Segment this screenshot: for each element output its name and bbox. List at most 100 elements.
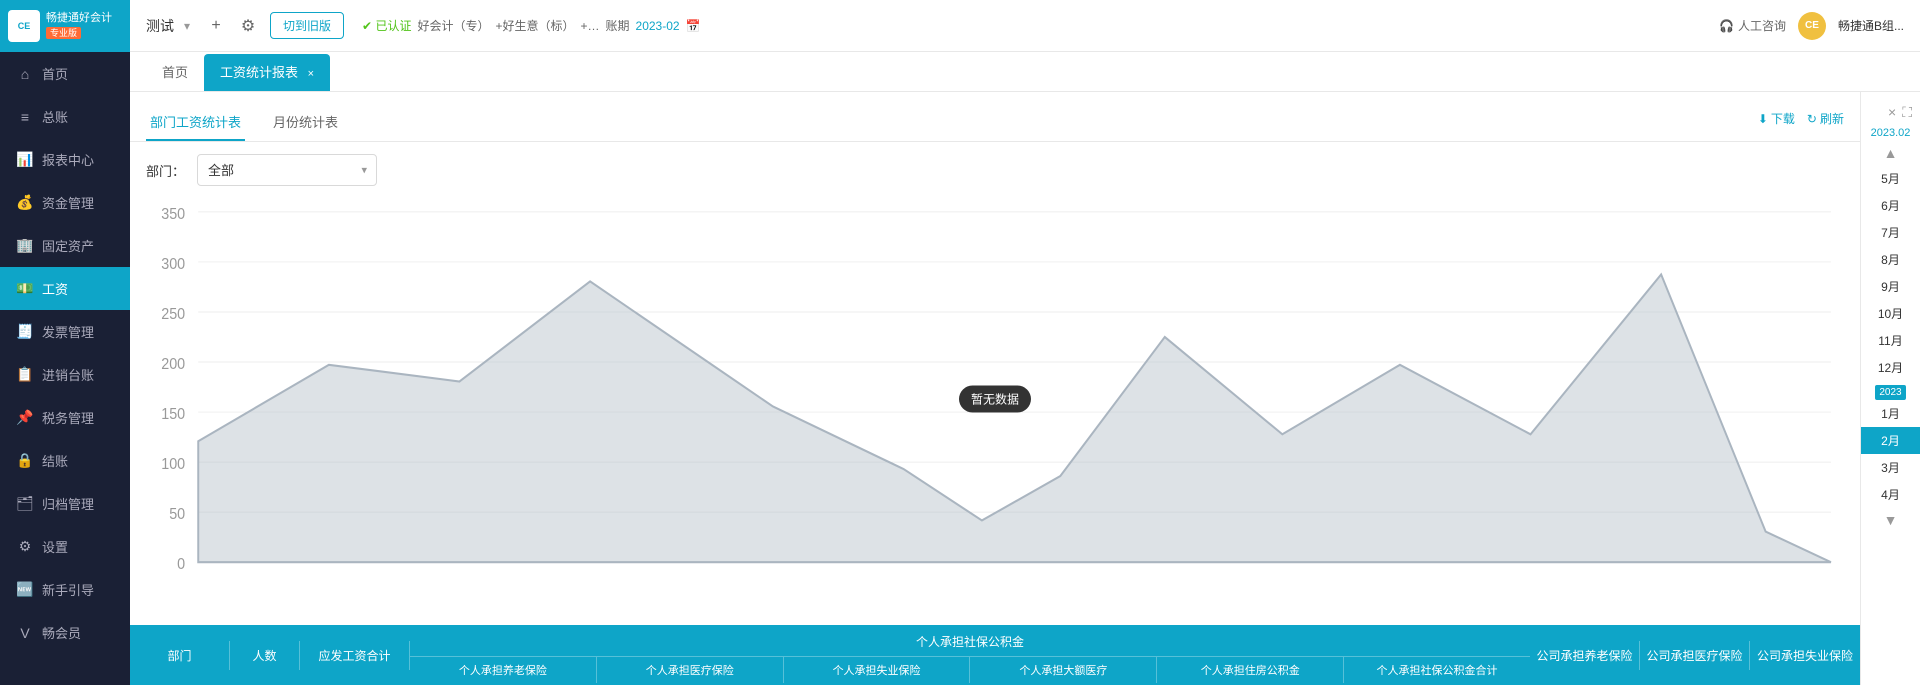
chart-svg: 350 300 250 200 150 100 50 0 <box>146 198 1844 615</box>
subtab-bar: 部门工资统计表 月份统计表 ⬇ 下载 ↻ 刷新 <box>130 92 1860 142</box>
archive-icon: 🗂 <box>16 495 34 512</box>
sidebar-item-settings[interactable]: ⚙ 设置 <box>0 525 130 568</box>
th-personal-pension: 个人承担养老保险 <box>410 657 597 683</box>
topbar-quick-actions: + ⚙ <box>204 14 260 38</box>
refresh-button[interactable]: ↻ 刷新 <box>1807 110 1844 127</box>
dropdown-arrow-icon[interactable]: ▾ <box>184 19 190 33</box>
sidebar: CE 畅捷通好会计 专业版 ⌂ 首页 ≡ 总账 📊 报表中心 💰 资金管理 🏢 … <box>0 0 130 685</box>
sidebar-item-assets[interactable]: 🏢 固定资产 <box>0 224 130 267</box>
svg-text:300: 300 <box>161 257 185 273</box>
th-personal-medical: 个人承担医疗保险 <box>597 657 784 683</box>
headset-icon: 🎧 <box>1719 19 1734 33</box>
th-personal-unemployment: 个人承担失业保险 <box>784 657 971 683</box>
sidebar-label-funds: 资金管理 <box>42 193 94 212</box>
reports-icon: 📊 <box>16 151 34 168</box>
home-icon: ⌂ <box>16 66 34 82</box>
funds-icon: 💰 <box>16 194 34 211</box>
month-item-7[interactable]: 7月 <box>1861 219 1920 246</box>
download-button[interactable]: ⬇ 下载 <box>1758 110 1795 127</box>
period-value: 2023-02 <box>636 19 680 33</box>
panel-up-arrow[interactable]: ▲ <box>1884 141 1898 165</box>
tab-salary-report[interactable]: 工资统计报表 × <box>204 54 330 91</box>
sidebar-label-reports: 报表中心 <box>42 150 94 169</box>
th-personal-group-title: 个人承担社保公积金 <box>410 627 1530 657</box>
panel-down-arrow[interactable]: ▼ <box>1884 508 1898 532</box>
close-account-icon: 🔒 <box>16 452 34 469</box>
sidebar-item-purchase[interactable]: 📋 进销台账 <box>0 353 130 396</box>
month-item-1[interactable]: 1月 <box>1861 400 1920 427</box>
th-company-medical: 公司承担医疗保险 <box>1640 641 1750 670</box>
product-tag-2: +好生意（标） <box>495 17 574 34</box>
sidebar-item-invoice[interactable]: 🧾 发票管理 <box>0 310 130 353</box>
month-item-9[interactable]: 9月 <box>1861 273 1920 300</box>
topbar-right: 🎧 人工咨询 CE 畅捷通B组... <box>1719 12 1904 40</box>
sidebar-item-ledger[interactable]: ≡ 总账 <box>0 95 130 138</box>
svg-text:0: 0 <box>177 557 185 573</box>
salary-icon: 💵 <box>16 280 34 297</box>
subtab-month[interactable]: 月份统计表 <box>269 104 342 141</box>
content-main: 部门工资统计表 月份统计表 ⬇ 下载 ↻ 刷新 <box>130 92 1860 685</box>
sidebar-item-archive[interactable]: 🗂 归档管理 <box>0 482 130 525</box>
month-item-11[interactable]: 11月 <box>1861 327 1920 354</box>
sidebar-item-member[interactable]: V 畅会员 <box>0 611 130 654</box>
sidebar-label-guide: 新手引导 <box>42 580 94 599</box>
svg-text:150: 150 <box>161 407 185 423</box>
month-item-4[interactable]: 4月 <box>1861 481 1920 508</box>
content-area: 部门工资统计表 月份统计表 ⬇ 下载 ↻ 刷新 <box>130 92 1920 685</box>
sidebar-label-invoice: 发票管理 <box>42 322 94 341</box>
ledger-icon: ≡ <box>16 109 34 125</box>
dept-filter-select[interactable]: 全部 销售部 财务部 人事部 <box>197 154 377 186</box>
svg-text:200: 200 <box>161 357 185 373</box>
guide-icon: 🆕 <box>16 581 34 598</box>
month-item-12[interactable]: 12月 <box>1861 354 1920 381</box>
month-item-5[interactable]: 5月 <box>1861 165 1920 192</box>
user-name[interactable]: 畅捷通B组... <box>1838 17 1904 34</box>
chart-container: 350 300 250 200 150 100 50 0 <box>130 198 1860 625</box>
add-icon[interactable]: + <box>204 14 228 38</box>
product-tag-1: 好会计（专） <box>417 17 489 34</box>
th-company-pension: 公司承担养老保险 <box>1530 641 1640 670</box>
panel-close-icon[interactable]: × <box>1888 104 1896 121</box>
svg-text:100: 100 <box>161 457 185 473</box>
sidebar-item-tax[interactable]: 📌 税务管理 <box>0 396 130 439</box>
sidebar-label-member: 畅会员 <box>42 623 81 642</box>
sidebar-item-guide[interactable]: 🆕 新手引导 <box>0 568 130 611</box>
month-item-10[interactable]: 10月 <box>1861 300 1920 327</box>
panel-close-buttons: × ⛶ <box>1861 100 1920 125</box>
dept-filter-label: 部门： <box>146 161 185 180</box>
logo-name: 畅捷通好会计 <box>46 11 112 26</box>
tab-home[interactable]: 首页 <box>146 54 204 91</box>
sidebar-item-reports[interactable]: 📊 报表中心 <box>0 138 130 181</box>
tab-close-icon[interactable]: × <box>308 68 314 80</box>
period-label: 账期 <box>606 17 630 34</box>
subtab-dept[interactable]: 部门工资统计表 <box>146 104 245 141</box>
member-icon: V <box>16 625 34 641</box>
sidebar-label-settings: 设置 <box>42 537 68 556</box>
tax-icon: 📌 <box>16 409 34 426</box>
sidebar-label-tax: 税务管理 <box>42 408 94 427</box>
sidebar-item-salary[interactable]: 💵 工资 <box>0 267 130 310</box>
sidebar-label-assets: 固定资产 <box>42 236 94 255</box>
year-2023-badge: 2023 <box>1861 381 1920 400</box>
th-personal-housing: 个人承担住房公积金 <box>1157 657 1344 683</box>
user-avatar: CE <box>1798 12 1826 40</box>
tab-bar: 首页 工资统计报表 × <box>130 52 1920 92</box>
month-item-3[interactable]: 3月 <box>1861 454 1920 481</box>
panel-expand-icon[interactable]: ⛶ <box>1902 104 1912 121</box>
sidebar-item-funds[interactable]: 💰 资金管理 <box>0 181 130 224</box>
month-item-8[interactable]: 8月 <box>1861 246 1920 273</box>
svg-text:350: 350 <box>161 206 185 222</box>
th-personal-cols: 个人承担养老保险 个人承担医疗保险 个人承担失业保险 个人承担大额医疗 个人承担… <box>410 657 1530 683</box>
month-item-2[interactable]: 2月 <box>1861 427 1920 454</box>
date-display: 2023.02 <box>1871 125 1911 141</box>
certified-tag: ✔ 已认证 <box>362 17 411 34</box>
settings-gear-icon[interactable]: ⚙ <box>236 14 260 38</box>
switch-old-version-button[interactable]: 切到旧版 <box>270 12 344 39</box>
svg-text:250: 250 <box>161 307 185 323</box>
sidebar-item-close[interactable]: 🔒 结账 <box>0 439 130 482</box>
th-personal-major-medical: 个人承担大额医疗 <box>970 657 1157 683</box>
sidebar-item-home[interactable]: ⌂ 首页 <box>0 52 130 95</box>
calendar-icon[interactable]: 📅 <box>686 19 701 33</box>
service-button[interactable]: 🎧 人工咨询 <box>1719 17 1786 34</box>
month-item-6[interactable]: 6月 <box>1861 192 1920 219</box>
